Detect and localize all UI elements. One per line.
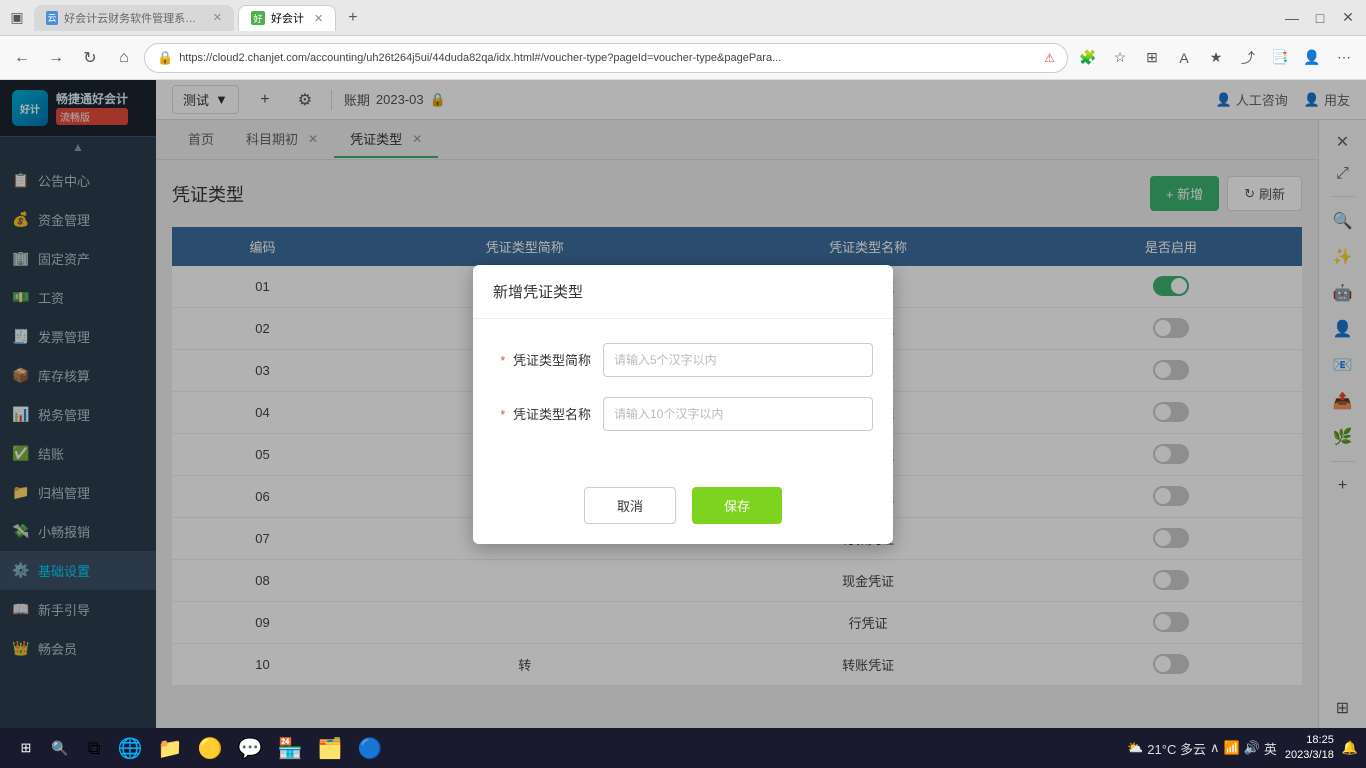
- browser-tab-1[interactable]: 云 好会计云财务软件管理系统_会计 ✕: [34, 5, 234, 31]
- taskbar: ⊞ 🔍 ⧉ 🌐 📁 🟡 💬 🏪 🗂️ 🔵 ⛅ 21°C 多云 ∧ 📶 🔊 英 1…: [0, 728, 1366, 768]
- modal-footer: 取消 保存: [473, 475, 893, 544]
- more-button[interactable]: ⋯: [1330, 44, 1358, 72]
- required-mark-short: *: [500, 353, 505, 368]
- collections-button[interactable]: 📑: [1266, 44, 1294, 72]
- network-icon[interactable]: ∧: [1210, 740, 1220, 756]
- taskbar-app-task-view[interactable]: ⧉: [76, 732, 112, 764]
- form-row-short: * 凭证类型简称: [493, 343, 873, 377]
- modal-title: 新增凭证类型: [493, 284, 583, 301]
- window-controls: — □ ✕: [1282, 8, 1358, 28]
- save-button[interactable]: 保存: [692, 487, 782, 524]
- favorites-button[interactable]: ☆: [1106, 44, 1134, 72]
- taskbar-system-icons: ⛅ 21°C 多云 ∧ 📶 🔊 英: [1127, 739, 1277, 758]
- taskbar-time-value: 18:25: [1285, 733, 1334, 748]
- tab2-close[interactable]: ✕: [314, 12, 323, 25]
- browser-tabs: 云 好会计云财务软件管理系统_会计 ✕ 好 好会计 ✕ +: [34, 5, 1274, 31]
- lang-indicator[interactable]: 英: [1264, 739, 1277, 758]
- taskbar-app-chrome[interactable]: 🟡: [192, 732, 228, 764]
- browser-nav-controls: ▣: [8, 9, 26, 27]
- weather-icon[interactable]: ⛅: [1127, 740, 1143, 756]
- window-close-button[interactable]: ✕: [1338, 8, 1358, 28]
- address-text: https://cloud2.chanjet.com/accounting/uh…: [179, 52, 781, 64]
- field-short-label-text: 凭证类型简称: [513, 353, 591, 368]
- field-short-input[interactable]: [603, 343, 873, 377]
- taskbar-app-edge2[interactable]: 🔵: [352, 732, 388, 764]
- profile-button[interactable]: 👤: [1298, 44, 1326, 72]
- field-name-input[interactable]: [603, 397, 873, 431]
- tab2-title: 好会计: [271, 10, 304, 26]
- volume-icon[interactable]: 🔊: [1244, 740, 1260, 756]
- notification-button[interactable]: 🔔: [1342, 740, 1358, 756]
- taskbar-apps: 🌐 📁 🟡 💬 🏪 🗂️ 🔵: [112, 732, 1127, 764]
- cancel-button[interactable]: 取消: [584, 487, 676, 524]
- required-mark-name: *: [500, 407, 505, 422]
- browser-chrome: ▣ 云 好会计云财务软件管理系统_会计 ✕ 好 好会计 ✕ + — □ ✕: [0, 0, 1366, 36]
- wifi-icon[interactable]: 📶: [1223, 740, 1239, 756]
- new-tab-button[interactable]: +: [340, 5, 365, 31]
- reading-mode-button[interactable]: A: [1170, 44, 1198, 72]
- refresh-button[interactable]: ↻: [76, 44, 104, 72]
- taskbar-clock: 18:25 2023/3/18: [1285, 733, 1334, 764]
- taskbar-app-explorer[interactable]: 📁: [152, 732, 188, 764]
- taskbar-app-store[interactable]: 🏪: [272, 732, 308, 764]
- minimize-button[interactable]: —: [1282, 8, 1302, 28]
- tab1-favicon: 云: [46, 11, 58, 25]
- modal-body: * 凭证类型简称 * 凭证类型名称: [473, 319, 893, 475]
- add-voucher-type-modal: 新增凭证类型 * 凭证类型简称 * 凭证类型名称 取消 保存: [473, 265, 893, 544]
- form-label-name: * 凭证类型名称: [493, 404, 603, 423]
- back-button[interactable]: ←: [8, 44, 36, 72]
- maximize-button[interactable]: □: [1310, 8, 1330, 28]
- taskbar-date-value: 2023/3/18: [1285, 748, 1334, 763]
- tab1-title: 好会计云财务软件管理系统_会计: [64, 10, 203, 26]
- form-row-name: * 凭证类型名称: [493, 397, 873, 431]
- taskbar-search-button[interactable]: 🔍: [44, 734, 76, 762]
- extensions-button[interactable]: 🧩: [1074, 44, 1102, 72]
- forward-button[interactable]: →: [42, 44, 70, 72]
- sidebar-toggle-button[interactable]: ⊞: [1138, 44, 1166, 72]
- browser-tab-2[interactable]: 好 好会计 ✕: [238, 5, 336, 31]
- taskbar-app-edge[interactable]: 🌐: [112, 732, 148, 764]
- address-input-bar[interactable]: 🔒 https://cloud2.chanjet.com/accounting/…: [144, 43, 1068, 73]
- tab2-favicon: 好: [251, 11, 265, 25]
- modal-overlay: 新增凭证类型 * 凭证类型简称 * 凭证类型名称 取消 保存: [0, 80, 1366, 728]
- address-bar: ← → ↻ ⌂ 🔒 https://cloud2.chanjet.com/acc…: [0, 36, 1366, 80]
- home-button[interactable]: ⌂: [110, 44, 138, 72]
- tab-icon: ▣: [8, 9, 26, 27]
- taskbar-app-wechat[interactable]: 💬: [232, 732, 268, 764]
- field-name-label-text: 凭证类型名称: [513, 407, 591, 422]
- form-label-short: * 凭证类型简称: [493, 350, 603, 369]
- browser-toolbar: 🧩 ☆ ⊞ A ★ ⤴ 📑 👤 ⋯: [1074, 44, 1358, 72]
- start-button[interactable]: ⊞: [8, 734, 44, 762]
- tab1-close[interactable]: ✕: [213, 11, 222, 24]
- share-button[interactable]: ⤴: [1234, 44, 1262, 72]
- modal-header: 新增凭证类型: [473, 265, 893, 319]
- weather-text: 21°C 多云: [1147, 739, 1206, 758]
- taskbar-right: ⛅ 21°C 多云 ∧ 📶 🔊 英 18:25 2023/3/18 🔔: [1127, 733, 1358, 764]
- favorites-star-button[interactable]: ★: [1202, 44, 1230, 72]
- taskbar-app-files[interactable]: 🗂️: [312, 732, 348, 764]
